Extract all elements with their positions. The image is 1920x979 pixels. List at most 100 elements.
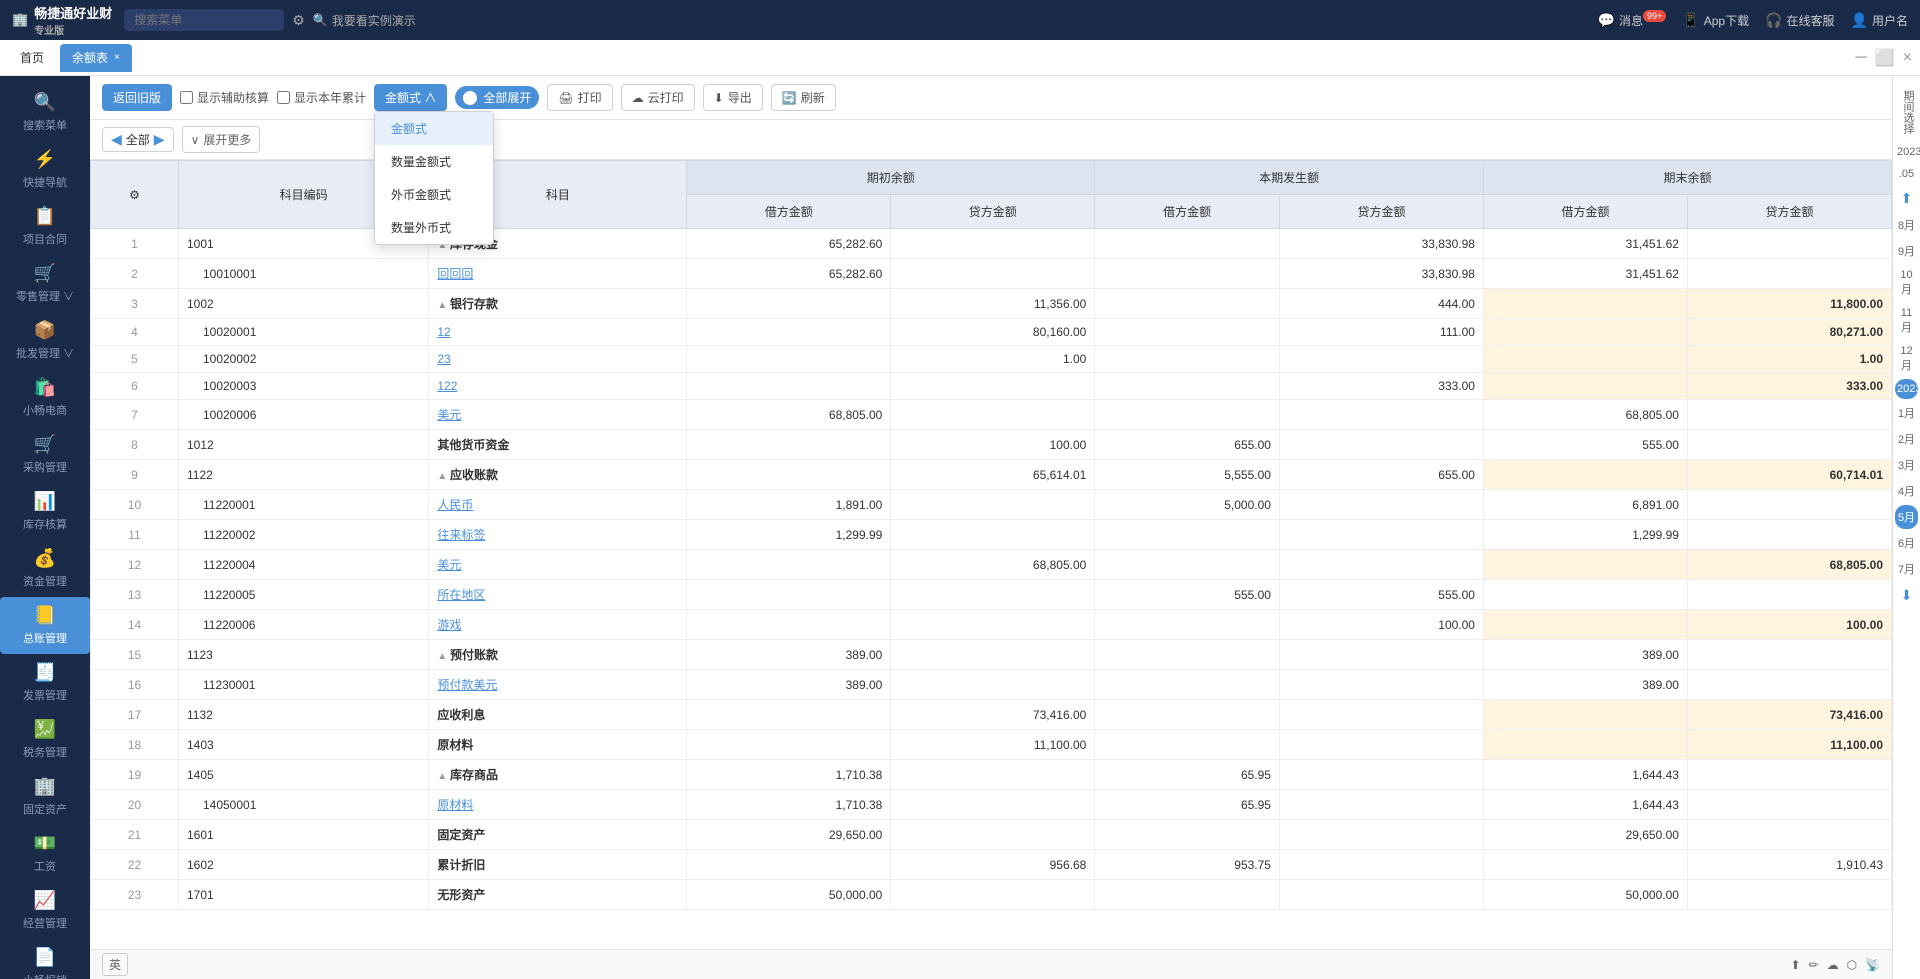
subject-link[interactable]: 美元 [437, 408, 461, 422]
period-10[interactable]: 10月 [1895, 265, 1918, 301]
period-7[interactable]: 7月 [1895, 557, 1918, 581]
cur-credit [1279, 490, 1483, 520]
cur-debit: 655.00 [1095, 430, 1280, 460]
subject-link[interactable]: 美元 [437, 558, 461, 572]
cb-debit [1483, 346, 1687, 373]
back-old-btn[interactable]: 返回旧版 [102, 84, 172, 111]
table-row: 5 10020002 23 1.00 1.00 [91, 346, 1892, 373]
col-settings[interactable]: ⚙ [91, 161, 179, 229]
refresh-btn[interactable]: 🔄 刷新 [771, 84, 836, 111]
sidebar-item-inventory[interactable]: 📊 库存核算 [0, 483, 90, 540]
search-input[interactable] [124, 9, 284, 31]
table-row: 23 1701 无形资产 50,000.00 50,000.00 [91, 880, 1892, 910]
period-arrow-down[interactable]: ⬇ [1895, 583, 1918, 608]
sidebar-item-fixed-asset[interactable]: 🏢 固定资产 [0, 768, 90, 825]
app-download-btn[interactable]: 📱 App下载 [1682, 12, 1749, 29]
sidebar-item-search[interactable]: 🔍 搜索菜单 [0, 84, 90, 141]
format-btn[interactable]: 金额式 ∧ [374, 84, 447, 111]
subject-link[interactable]: 122 [437, 379, 457, 393]
subject-link[interactable]: 原材料 [437, 798, 473, 812]
user-btn[interactable]: 👤 用户名 [1851, 12, 1908, 29]
bb-broadcast[interactable]: 📡 [1865, 958, 1880, 972]
subject-link[interactable]: 12 [437, 325, 450, 339]
export-btn[interactable]: ⬇ 导出 [703, 84, 763, 111]
period-8[interactable]: 8月 [1895, 213, 1918, 237]
ob-credit [891, 259, 1095, 289]
sidebar-item-project[interactable]: 📋 项目合同 [0, 198, 90, 255]
subject-name: ▲ 应收账款 [429, 460, 687, 490]
row-num: 5 [91, 346, 179, 373]
sidebar-item-purchase[interactable]: 🛒 采购管理 [0, 426, 90, 483]
format-option-qty-amount[interactable]: 数量金额式 [375, 145, 493, 178]
online-service-btn[interactable]: 🎧 在线客服 [1765, 12, 1834, 29]
bb-cloud[interactable]: ☁ [1827, 958, 1839, 972]
period-2023-05-1[interactable]: 2023 [1895, 142, 1918, 162]
demo-link[interactable]: 🔍 我要看实例演示 [313, 12, 416, 29]
period-9[interactable]: 9月 [1895, 239, 1918, 263]
print-btn[interactable]: 🖨 打印 [547, 84, 612, 111]
minimize-btn[interactable]: ─ [1855, 49, 1866, 67]
sidebar-item-ecommerce[interactable]: 🛍️ 小畅电商 [0, 369, 90, 426]
period-2023-year[interactable]: 2023 [1895, 379, 1918, 399]
maximize-btn[interactable]: ⬜ [1875, 48, 1895, 68]
cb-debit [1483, 460, 1687, 490]
subject-link[interactable]: 23 [437, 352, 450, 366]
yearly-checkbox-input[interactable] [277, 91, 290, 104]
period-3[interactable]: 3月 [1895, 453, 1918, 477]
period-6[interactable]: 6月 [1895, 531, 1918, 555]
sidebar-item-capital[interactable]: 💰 资金管理 [0, 540, 90, 597]
subject-name: 无形资产 [429, 880, 687, 910]
sidebar-item-tax[interactable]: 💹 税务管理 [0, 711, 90, 768]
ob-credit: 80,160.00 [891, 319, 1095, 346]
sidebar-item-ops[interactable]: 📈 经营管理 [0, 882, 90, 939]
period-11[interactable]: 11月 [1895, 303, 1918, 339]
sidebar-item-invoice[interactable]: 🧾 发票管理 [0, 654, 90, 711]
bb-arrow-up[interactable]: ⬆ [1790, 958, 1800, 972]
subject-code: 1012 [178, 430, 428, 460]
message-btn[interactable]: 💬 消息 99+ [1598, 12, 1667, 29]
sidebar-item-quick-nav[interactable]: ⚡ 快捷导航 [0, 141, 90, 198]
lang-indicator[interactable]: 英 [102, 953, 128, 976]
sidebar-item-salary[interactable]: 💵 工资 [0, 825, 90, 882]
expand-icon: ▲ [437, 651, 450, 662]
period-2[interactable]: 2月 [1895, 427, 1918, 451]
period-12[interactable]: 12月 [1895, 341, 1918, 377]
format-option-amount[interactable]: 金额式 [375, 112, 493, 145]
tab-close-btn[interactable]: × [114, 52, 120, 63]
period-4[interactable]: 4月 [1895, 479, 1918, 503]
cur-credit: 33,830.98 [1279, 229, 1483, 259]
close-btn[interactable]: × [1903, 49, 1912, 67]
expand-all-toggle[interactable]: 全部展开 [455, 86, 539, 109]
sidebar-item-report[interactable]: 📄 小畅报销 [0, 939, 90, 979]
period-05-1[interactable]: .05 [1895, 164, 1918, 184]
filter-left-arrow[interactable]: ◀ [111, 131, 122, 148]
subject-link[interactable]: 往来标签 [437, 528, 485, 542]
bb-edit[interactable]: ✏ [1809, 958, 1819, 972]
period-1[interactable]: 1月 [1895, 401, 1918, 425]
format-option-qty-foreign[interactable]: 数量外币式 [375, 211, 493, 244]
sidebar-item-wholesale[interactable]: 📦 批发管理 ∨ [0, 312, 90, 369]
format-option-foreign-amount[interactable]: 外币金额式 [375, 178, 493, 211]
bb-hex[interactable]: ⬡ [1847, 958, 1857, 972]
period-5[interactable]: 5月 [1895, 505, 1918, 529]
sidebar-item-ledger[interactable]: 📒 总账管理 [0, 597, 90, 654]
subject-link[interactable]: 所在地区 [437, 588, 485, 602]
subject-link[interactable]: 预付款美元 [437, 678, 497, 692]
expand-more-btn[interactable]: ∨ 展开更多 [182, 126, 261, 153]
filter-right-arrow[interactable]: ▶ [154, 131, 165, 148]
subject-link[interactable]: 人民币 [437, 498, 473, 512]
sidebar-item-retail[interactable]: 🛒 零售管理 ∨ [0, 255, 90, 312]
period-arrow-up[interactable]: ⬆ [1895, 186, 1918, 211]
subject-link[interactable]: 回回回 [437, 267, 473, 281]
cb-credit [1687, 229, 1891, 259]
ob-debit [687, 460, 891, 490]
subject-name: 固定资产 [429, 820, 687, 850]
subject-link[interactable]: 游戏 [437, 618, 461, 632]
cur-credit: 655.00 [1279, 460, 1483, 490]
tab-balance-sheet[interactable]: 余额表 × [60, 44, 132, 72]
cloud-print-btn[interactable]: ☁ 云打印 [621, 84, 695, 111]
cur-debit [1095, 520, 1280, 550]
tab-home[interactable]: 首页 [8, 44, 56, 72]
auxiliary-checkbox-input[interactable] [180, 91, 193, 104]
gear-icon[interactable]: ⚙ [292, 12, 305, 29]
